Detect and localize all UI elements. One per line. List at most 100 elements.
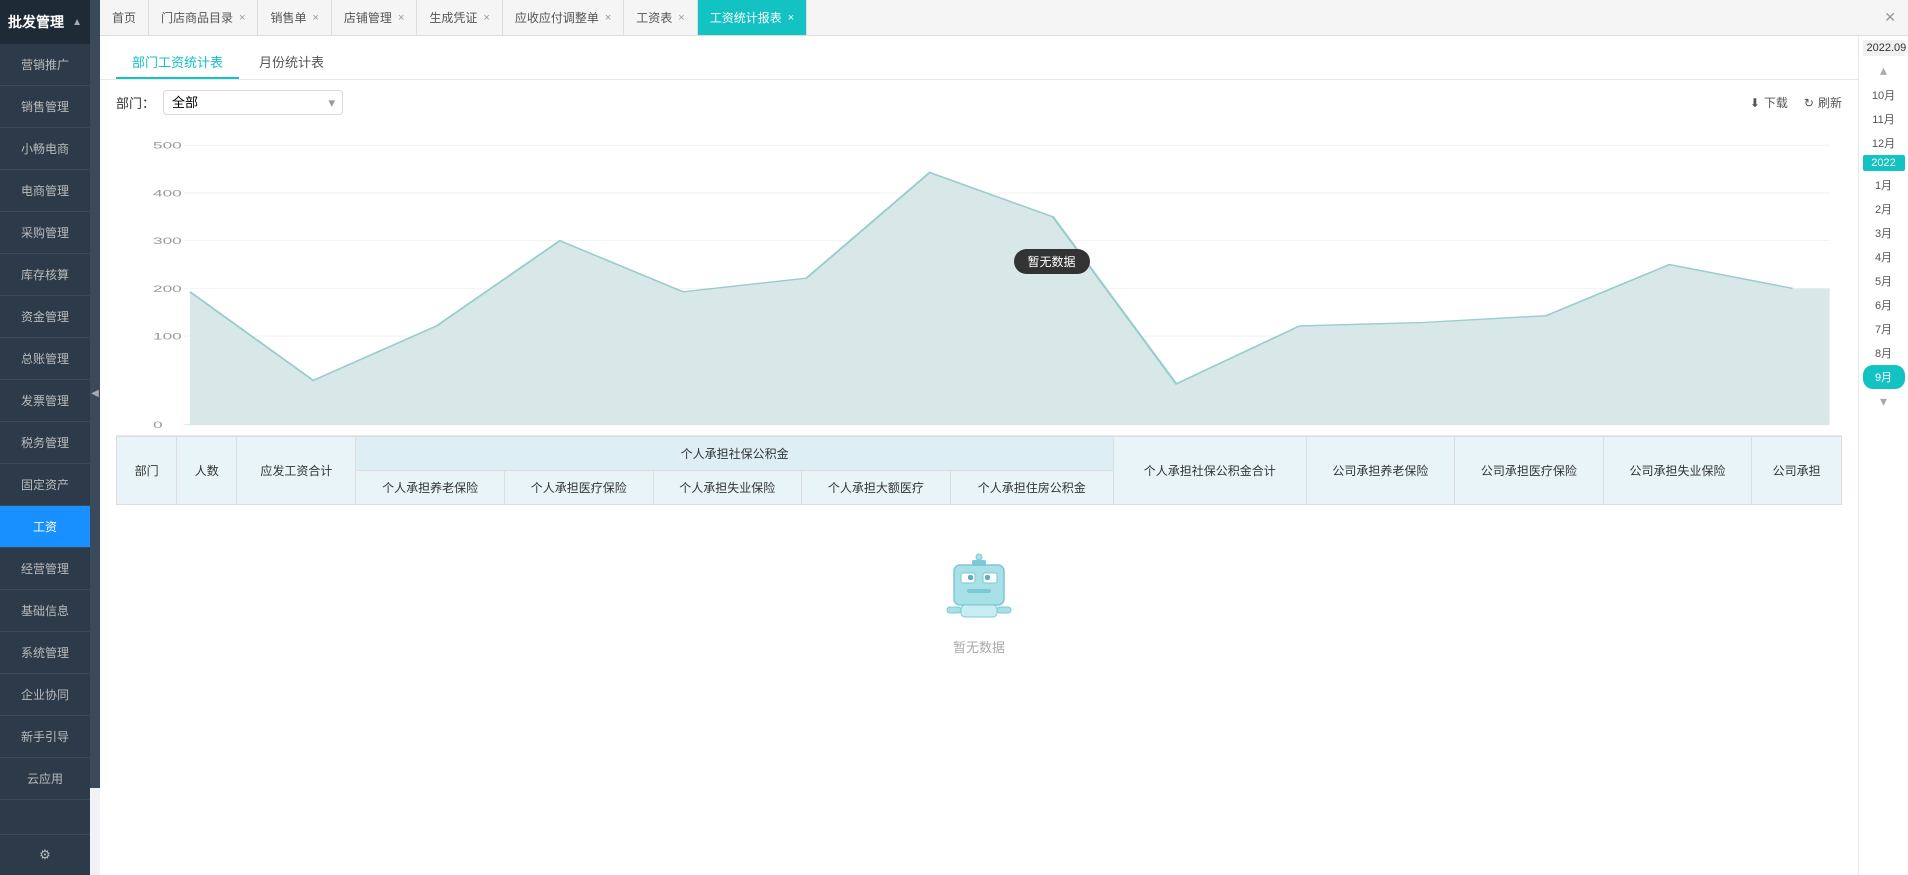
- sidebar-item-总账管理[interactable]: 总账管理: [0, 338, 90, 380]
- sidebar-item-工资[interactable]: 工资: [0, 506, 90, 548]
- tab-close-icon[interactable]: ×: [483, 12, 489, 24]
- dept-select[interactable]: 全部: [163, 90, 343, 115]
- sidebar-item-小畅电商[interactable]: 小畅电商: [0, 128, 90, 170]
- timeline-month-12月[interactable]: 12月: [1863, 131, 1905, 155]
- tab-工资表[interactable]: 工资表 ×: [624, 0, 697, 36]
- timeline-month-6月[interactable]: 6月: [1863, 293, 1905, 317]
- sidebar-arrow-icon: ◀: [91, 388, 99, 399]
- tab-close-icon[interactable]: ×: [398, 12, 404, 24]
- sidebar-item-电商管理[interactable]: 电商管理: [0, 170, 90, 212]
- th-personal-total: 个人承担社保公积金合计: [1113, 437, 1306, 505]
- chart-area: 500 400 300 200 100 0: [100, 125, 1858, 875]
- tab-bar: 首页门店商品目录×销售单×店铺管理×生成凭证×应收应付调整单×工资表×工资统计报…: [100, 0, 1908, 36]
- refresh-label: 刷新: [1818, 94, 1842, 111]
- sidebar-item-固定资产[interactable]: 固定资产: [0, 464, 90, 506]
- timeline-month-5月[interactable]: 5月: [1863, 269, 1905, 293]
- th-company-pension: 公司承担养老保险: [1306, 437, 1455, 505]
- main-area: 首页门店商品目录×销售单×店铺管理×生成凭证×应收应付调整单×工资表×工资统计报…: [100, 0, 1908, 875]
- tab-label: 工资统计报表: [710, 9, 782, 26]
- tab-close-icon[interactable]: ×: [678, 12, 684, 24]
- tab-close-icon[interactable]: ×: [239, 12, 245, 24]
- svg-text:300: 300: [153, 235, 182, 246]
- empty-state-text: 暂无数据: [953, 637, 1005, 656]
- download-icon: ⬇: [1750, 96, 1760, 110]
- timeline-month-1月[interactable]: 1月: [1863, 173, 1905, 197]
- tab-label: 工资表: [636, 9, 672, 26]
- download-button[interactable]: ⬇ 下载: [1750, 94, 1788, 111]
- th-salary-total: 应发工资合计: [237, 437, 356, 505]
- data-table: 部门 人数 应发工资合计 个人承担社保公积金 个人承担社保公积金合计 公司承担养…: [116, 436, 1842, 505]
- timeline-month-2月[interactable]: 2月: [1863, 197, 1905, 221]
- chart-tooltip: 暂无数据: [1014, 249, 1090, 274]
- svg-text:200: 200: [153, 283, 182, 294]
- sub-tab-月份统计表[interactable]: 月份统计表: [243, 46, 340, 79]
- tab-close-icon[interactable]: ×: [312, 12, 318, 24]
- toolbar: 部门： 全部 ⬇ 下载 ↻ 刷新: [100, 80, 1858, 125]
- timeline-year-2022[interactable]: 2022: [1863, 155, 1905, 171]
- timeline-month-4月[interactable]: 4月: [1863, 245, 1905, 269]
- gear-icon: ⚙: [39, 847, 51, 862]
- timeline-panel: 2022.09 ▴ 10月11月12月2022 1月2月3月4月5月6月7月8月9…: [1858, 36, 1908, 875]
- sidebar-toggle[interactable]: ◀: [90, 0, 100, 788]
- tab-销售单[interactable]: 销售单 ×: [258, 0, 331, 36]
- empty-icon: [939, 545, 1019, 625]
- sidebar-item-基础信息[interactable]: 基础信息: [0, 590, 90, 632]
- tab-label: 销售单: [270, 9, 306, 26]
- empty-state: 暂无数据: [116, 505, 1842, 696]
- sidebar-item-采购管理[interactable]: 采购管理: [0, 212, 90, 254]
- svg-text:500: 500: [153, 140, 182, 151]
- sidebar-footer-settings[interactable]: ⚙: [0, 834, 90, 875]
- sidebar-collapse-icon[interactable]: ▲: [72, 17, 82, 28]
- tab-应收应付调整单[interactable]: 应收应付调整单×: [503, 0, 624, 36]
- th-company-other: 公司承担: [1752, 437, 1842, 505]
- timeline-month-7月[interactable]: 7月: [1863, 317, 1905, 341]
- tab-生成凭证[interactable]: 生成凭证 ×: [417, 0, 502, 36]
- sidebar-item-资金管理[interactable]: 资金管理: [0, 296, 90, 338]
- tab-店铺管理[interactable]: 店铺管理×: [332, 0, 417, 36]
- sub-tabs: 部门工资统计表月份统计表: [100, 36, 1858, 80]
- chart-container: 500 400 300 200 100 0: [116, 135, 1842, 435]
- svg-text:100: 100: [153, 331, 182, 342]
- tab-close-all-button[interactable]: ✕: [1880, 9, 1900, 26]
- tab-首页[interactable]: 首页: [100, 0, 149, 36]
- sidebar-item-税务管理[interactable]: 税务管理: [0, 422, 90, 464]
- chart-svg: 500 400 300 200 100 0: [116, 135, 1842, 435]
- th-personal-pension: 个人承担养老保险: [356, 471, 505, 505]
- timeline-month-10月[interactable]: 10月: [1863, 83, 1905, 107]
- refresh-button[interactable]: ↻ 刷新: [1804, 94, 1842, 111]
- sidebar-item-经营管理[interactable]: 经营管理: [0, 548, 90, 590]
- th-personal-major-medical: 个人承担大额医疗: [802, 471, 951, 505]
- tab-close-icon[interactable]: ×: [788, 12, 794, 24]
- timeline-down-nav[interactable]: ▾: [1876, 389, 1891, 414]
- tab-label: 首页: [112, 9, 136, 26]
- sidebar-item-库存核算[interactable]: 库存核算: [0, 254, 90, 296]
- sidebar: 批发管理 ▲ 营销推广销售管理小畅电商电商管理采购管理库存核算资金管理总账管理发…: [0, 0, 90, 875]
- tab-close-icon[interactable]: ×: [605, 12, 611, 24]
- sidebar-item-企业协同[interactable]: 企业协同: [0, 674, 90, 716]
- table-area: 部门 人数 应发工资合计 个人承担社保公积金 个人承担社保公积金合计 公司承担养…: [116, 435, 1842, 696]
- tab-工资统计报表[interactable]: 工资统计报表 ×: [698, 0, 807, 36]
- sidebar-title: 批发管理: [8, 12, 64, 32]
- sidebar-item-发票管理[interactable]: 发票管理: [0, 380, 90, 422]
- page-content: 部门工资统计表月份统计表 部门： 全部 ⬇ 下载: [100, 36, 1858, 875]
- timeline-month-3月[interactable]: 3月: [1863, 221, 1905, 245]
- sidebar-item-云应用[interactable]: 云应用: [0, 758, 90, 800]
- sidebar-item-新手引导[interactable]: 新手引导: [0, 716, 90, 758]
- sidebar-header[interactable]: 批发管理 ▲: [0, 0, 90, 44]
- sub-tab-部门工资统计表[interactable]: 部门工资统计表: [116, 46, 239, 79]
- tab-label: 生成凭证: [429, 9, 477, 26]
- th-company-medical: 公司承担医疗保险: [1455, 437, 1604, 505]
- sidebar-item-营销推广[interactable]: 营销推广: [0, 44, 90, 86]
- sidebar-item-销售管理[interactable]: 销售管理: [0, 86, 90, 128]
- th-dept: 部门: [117, 437, 177, 505]
- timeline-prev-label[interactable]: 2022.09: [1863, 40, 1905, 56]
- timeline-up-nav[interactable]: ▴: [1876, 58, 1891, 83]
- timeline-month-8月[interactable]: 8月: [1863, 341, 1905, 365]
- tab-门店商品目录[interactable]: 门店商品目录×: [149, 0, 258, 36]
- timeline-month-9月[interactable]: 9月: [1863, 365, 1905, 389]
- timeline-month-11月[interactable]: 11月: [1863, 107, 1905, 131]
- chart-tooltip-text: 暂无数据: [1028, 255, 1076, 269]
- th-personal-insurance-group: 个人承担社保公积金: [356, 437, 1113, 471]
- sidebar-item-系统管理[interactable]: 系统管理: [0, 632, 90, 674]
- svg-text:400: 400: [153, 187, 182, 198]
